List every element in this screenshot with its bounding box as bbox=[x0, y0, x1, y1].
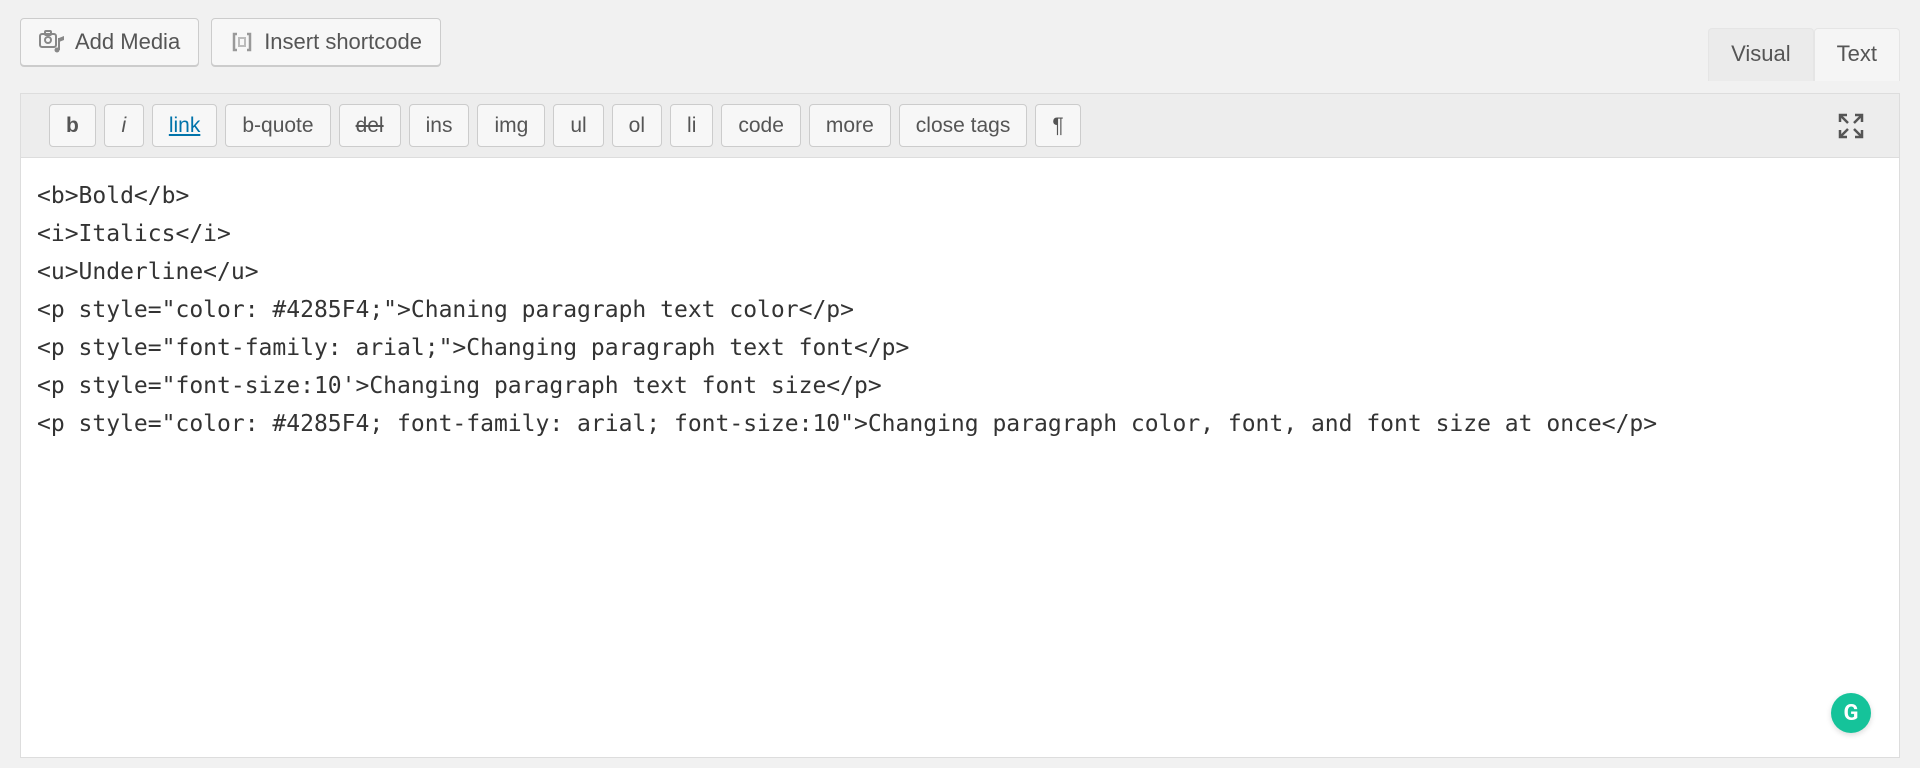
shortcode-icon bbox=[230, 30, 254, 54]
insert-shortcode-label: Insert shortcode bbox=[264, 29, 422, 55]
tab-text[interactable]: Text bbox=[1814, 28, 1900, 81]
top-bar: Add Media Insert shortcode Visual Text bbox=[0, 0, 1920, 81]
camera-music-icon bbox=[39, 30, 65, 54]
qt-img-button[interactable]: img bbox=[477, 104, 545, 147]
qt-ins-button[interactable]: ins bbox=[409, 104, 470, 147]
qt-italic-button[interactable]: i bbox=[104, 104, 144, 147]
editor-content[interactable]: <b>Bold</b> <i>Italics</i> <u>Underline<… bbox=[37, 178, 1883, 444]
qt-paragraph-button[interactable]: ¶ bbox=[1035, 104, 1080, 147]
qt-code-button[interactable]: code bbox=[721, 104, 801, 147]
add-media-label: Add Media bbox=[75, 29, 180, 55]
media-buttons-group: Add Media Insert shortcode bbox=[20, 18, 441, 66]
qt-ul-button[interactable]: ul bbox=[553, 104, 603, 147]
grammarly-badge[interactable]: G bbox=[1831, 693, 1871, 733]
add-media-button[interactable]: Add Media bbox=[20, 18, 199, 66]
fullscreen-icon bbox=[1837, 112, 1865, 140]
qt-more-button[interactable]: more bbox=[809, 104, 891, 147]
qt-del-button[interactable]: del bbox=[339, 104, 401, 147]
grammarly-icon: G bbox=[1844, 701, 1859, 726]
quicktags-buttons: b i link b-quote del ins img ul ol li co… bbox=[49, 104, 1081, 147]
fullscreen-button[interactable] bbox=[1831, 106, 1871, 146]
quicktags-toolbar: b i link b-quote del ins img ul ol li co… bbox=[20, 93, 1900, 158]
tab-visual[interactable]: Visual bbox=[1708, 28, 1814, 81]
qt-link-button[interactable]: link bbox=[152, 104, 218, 147]
insert-shortcode-button[interactable]: Insert shortcode bbox=[211, 18, 441, 66]
editor-container: Add Media Insert shortcode Visual Text b bbox=[0, 0, 1920, 758]
text-editor-area[interactable]: <b>Bold</b> <i>Italics</i> <u>Underline<… bbox=[20, 158, 1900, 758]
qt-close-tags-button[interactable]: close tags bbox=[899, 104, 1028, 147]
editor-tabs: Visual Text bbox=[1708, 28, 1900, 81]
qt-ol-button[interactable]: ol bbox=[612, 104, 662, 147]
qt-bold-button[interactable]: b bbox=[49, 104, 96, 147]
qt-li-button[interactable]: li bbox=[670, 104, 713, 147]
qt-bquote-button[interactable]: b-quote bbox=[225, 104, 330, 147]
